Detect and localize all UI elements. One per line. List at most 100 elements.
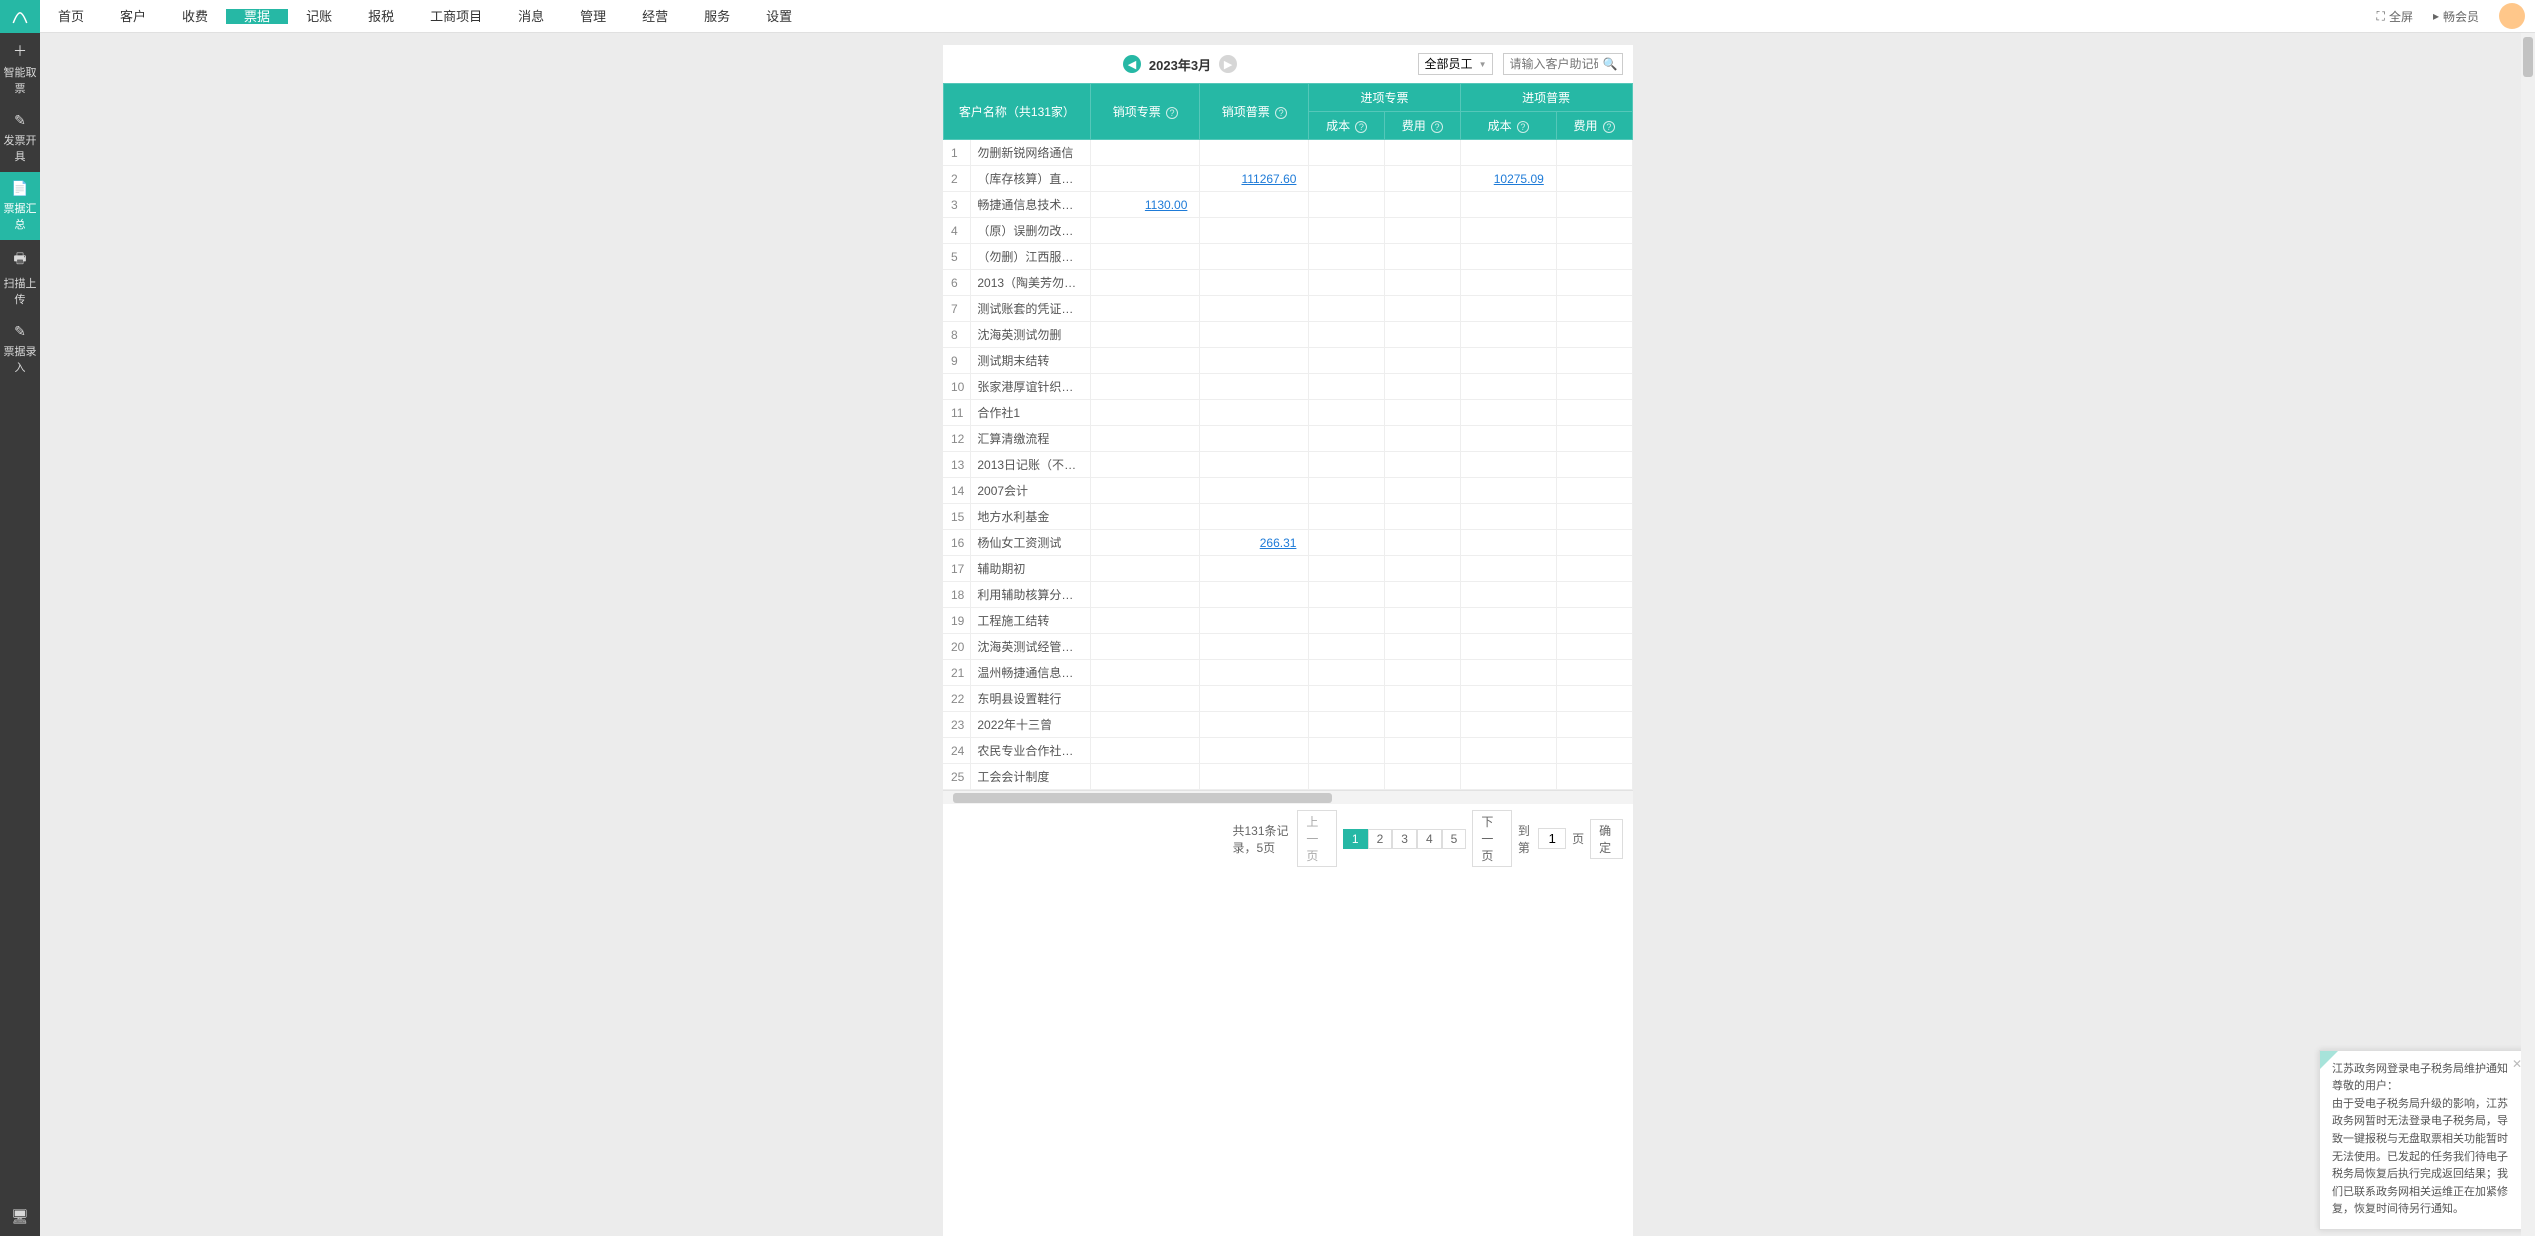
- table-row[interactable]: 142007会计: [943, 478, 1632, 504]
- sidebar-item-发票开具[interactable]: ✎发票开具: [0, 104, 40, 172]
- next-month-button[interactable]: ▶: [1219, 55, 1237, 73]
- nav-报税[interactable]: 报税: [350, 9, 412, 24]
- brand-logo[interactable]: [0, 0, 40, 33]
- nav-经营[interactable]: 经营: [624, 9, 686, 24]
- nav-收费[interactable]: 收费: [164, 9, 226, 24]
- col-bn-fee: 费用 ?: [1556, 112, 1632, 140]
- member-button[interactable]: ▸畅会员: [2423, 8, 2489, 25]
- help-icon[interactable]: ?: [1431, 121, 1443, 133]
- invoice-summary-panel: ◀ 2023年3月 ▶ 全部员工 🔍 客户名称（共131家）: [943, 45, 1633, 1236]
- table-row[interactable]: 16杨仙女工资测试266.31: [943, 530, 1632, 556]
- table-row[interactable]: 9测试期末结转: [943, 348, 1632, 374]
- nav-首页[interactable]: 首页: [40, 9, 102, 24]
- nav-记账[interactable]: 记账: [288, 9, 350, 24]
- table-row[interactable]: 10张家港厚谊针织品有限公…: [943, 374, 1632, 400]
- prev-month-button[interactable]: ◀: [1123, 55, 1141, 73]
- toast-salutation: 尊敬的用户：: [2332, 1078, 2516, 1096]
- nav-管理[interactable]: 管理: [562, 9, 624, 24]
- notification-toast: ✕ 江苏政务网登录电子税务局维护通知 尊敬的用户： 由于受电子税务局升级的影响，…: [2319, 1050, 2529, 1230]
- sidebar: ＋智能取票✎发票开具📄票据汇总🖶扫描上传✎票据录入 🖥: [0, 33, 40, 1236]
- nav-工商项目[interactable]: 工商项目: [412, 9, 500, 24]
- pager-info: 共131条记录，5页: [953, 822, 1292, 856]
- toast-title: 江苏政务网登录电子税务局维护通知: [2332, 1061, 2516, 1079]
- col-bs-fee: 费用 ?: [1385, 112, 1461, 140]
- col-bs-cost: 成本 ?: [1309, 112, 1385, 140]
- vertical-scrollbar[interactable]: [2521, 33, 2535, 1236]
- table-row[interactable]: 2（库存核算）直播畅捷通信…111267.6010275.09: [943, 166, 1632, 192]
- table-row[interactable]: 232022年十三曾: [943, 712, 1632, 738]
- nav-客户[interactable]: 客户: [102, 9, 164, 24]
- sidebar-item-扫描上传[interactable]: 🖶扫描上传: [0, 240, 40, 315]
- col-customer-name: 客户名称（共131家）: [943, 84, 1091, 140]
- table-row[interactable]: 17辅助期初: [943, 556, 1632, 582]
- table-row[interactable]: 5（勿删）江西服宝-LSS: [943, 244, 1632, 270]
- sidebar-bottom-icon[interactable]: 🖥: [0, 1200, 40, 1236]
- col-sale-normal: 销项普票 ?: [1200, 84, 1309, 140]
- side-icon: ✎: [0, 323, 40, 340]
- invoice-summary-table: 客户名称（共131家） 销项专票 ? 销项普票 ? 进项专票 进项普票 成本 ?…: [943, 83, 1633, 790]
- amount-link[interactable]: 1130.00: [1145, 198, 1188, 212]
- nav-票据[interactable]: 票据: [226, 9, 288, 24]
- amount-link[interactable]: 266.31: [1260, 536, 1297, 550]
- table-row[interactable]: 7测试账套的凭证打印的时候…: [943, 296, 1632, 322]
- nav-服务[interactable]: 服务: [686, 9, 748, 24]
- col-bn-cost: 成本 ?: [1460, 112, 1556, 140]
- page-4[interactable]: 4: [1417, 829, 1442, 849]
- help-icon[interactable]: ?: [1166, 107, 1178, 119]
- table-row[interactable]: 25工会会计制度: [943, 764, 1632, 790]
- current-month[interactable]: 2023年3月: [1149, 55, 1211, 74]
- page-5[interactable]: 5: [1442, 829, 1467, 849]
- table-row[interactable]: 21温州畅捷通信息服务有限…: [943, 660, 1632, 686]
- sidebar-item-票据录入[interactable]: ✎票据录入: [0, 315, 40, 383]
- col-buy-normal: 进项普票: [1460, 84, 1632, 112]
- table-row[interactable]: 20沈海英测试经管勿删: [943, 634, 1632, 660]
- search-icon[interactable]: 🔍: [1603, 57, 1618, 71]
- sidebar-item-票据汇总[interactable]: 📄票据汇总: [0, 172, 40, 240]
- table-row[interactable]: 62013（陶美芳勿删）: [943, 270, 1632, 296]
- table-row[interactable]: 19工程施工结转: [943, 608, 1632, 634]
- table-row[interactable]: 132013日记账（不要删除哈…: [943, 452, 1632, 478]
- table-row[interactable]: 3畅捷通信息技术股份有限公…1130.00: [943, 192, 1632, 218]
- side-icon: 📄: [0, 180, 40, 197]
- nav-消息[interactable]: 消息: [500, 9, 562, 24]
- help-icon[interactable]: ?: [1517, 121, 1529, 133]
- page-1[interactable]: 1: [1343, 829, 1368, 849]
- table-row[interactable]: 22东明县设置鞋行: [943, 686, 1632, 712]
- page-2[interactable]: 2: [1368, 829, 1393, 849]
- goto-page-input[interactable]: [1538, 828, 1566, 849]
- horizontal-scrollbar[interactable]: [943, 790, 1633, 804]
- nav-设置[interactable]: 设置: [748, 9, 810, 24]
- prev-page-button[interactable]: 上一页: [1297, 810, 1336, 867]
- table-row[interactable]: 24农民专业合作社会计制度: [943, 738, 1632, 764]
- table-row[interactable]: 4（原）误删勿改李艳芬测试账…: [943, 218, 1632, 244]
- amount-link[interactable]: 111267.60: [1241, 172, 1296, 186]
- side-icon: ✎: [0, 112, 40, 129]
- top-nav: 首页客户收费票据记账报税工商项目消息管理经营服务设置 ⛶全屏 ▸畅会员: [0, 0, 2535, 33]
- col-buy-special: 进项专票: [1309, 84, 1460, 112]
- avatar[interactable]: [2499, 3, 2525, 29]
- next-page-button[interactable]: 下一页: [1472, 810, 1511, 867]
- fullscreen-button[interactable]: ⛶全屏: [2367, 8, 2423, 25]
- table-row[interactable]: 1勿删新锐网络通信: [943, 140, 1632, 166]
- table-row[interactable]: 11合作社1: [943, 400, 1632, 426]
- table-row[interactable]: 15地方水利基金: [943, 504, 1632, 530]
- play-icon: ▸: [2433, 9, 2439, 23]
- employee-select[interactable]: 全部员工: [1418, 53, 1493, 75]
- table-row[interactable]: 12汇算清缴流程: [943, 426, 1632, 452]
- amount-link[interactable]: 10275.09: [1494, 172, 1544, 186]
- pagination: 共131条记录，5页 上一页 12345 下一页 到第 页 确定: [943, 804, 1633, 873]
- goto-confirm-button[interactable]: 确定: [1590, 819, 1622, 859]
- month-navigator: ◀ 2023年3月 ▶: [953, 55, 1408, 74]
- col-sale-special: 销项专票 ?: [1091, 84, 1200, 140]
- side-icon: ＋: [0, 41, 40, 61]
- help-icon[interactable]: ?: [1355, 121, 1367, 133]
- table-row[interactable]: 8沈海英测试勿删: [943, 322, 1632, 348]
- toast-body: 由于受电子税务局升级的影响，江苏政务网暂时无法登录电子税务局，导致一键报税与无盘…: [2332, 1096, 2516, 1219]
- help-icon[interactable]: ?: [1275, 107, 1287, 119]
- sidebar-item-智能取票[interactable]: ＋智能取票: [0, 33, 40, 104]
- table-row[interactable]: 18利用辅助核算分析每种商…: [943, 582, 1632, 608]
- help-icon[interactable]: ?: [1603, 121, 1615, 133]
- monitor-icon: 🖥: [0, 1208, 40, 1225]
- page-3[interactable]: 3: [1392, 829, 1417, 849]
- fullscreen-icon: ⛶: [2377, 9, 2385, 24]
